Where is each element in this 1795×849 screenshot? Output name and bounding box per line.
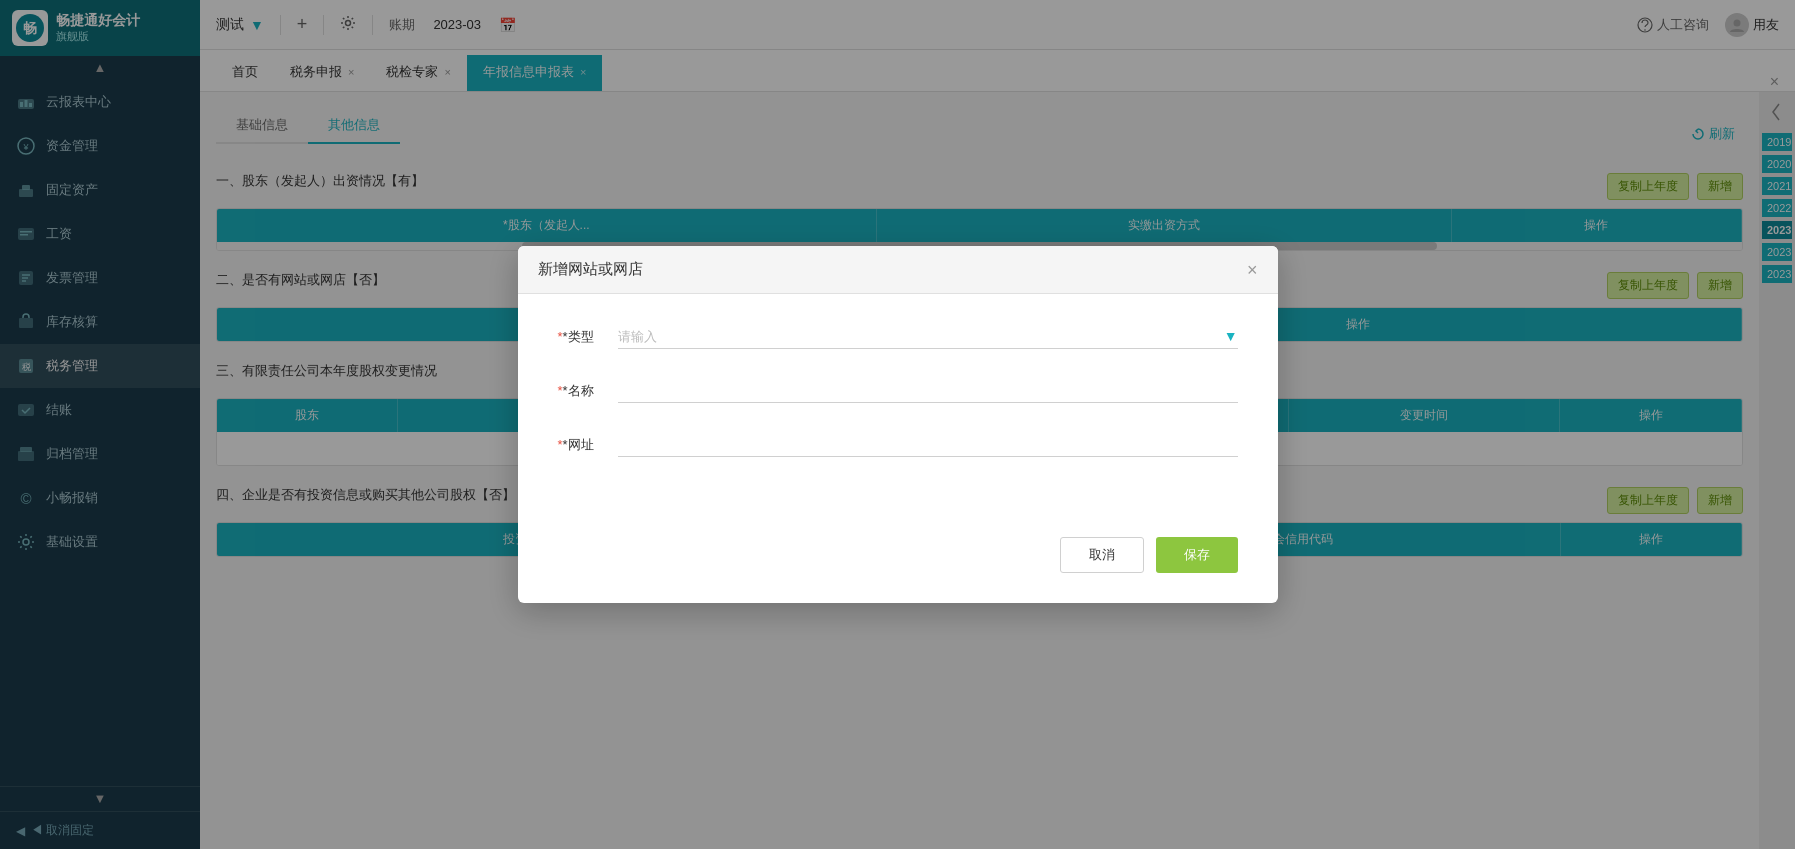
save-button[interactable]: 保存 [1156, 537, 1238, 573]
form-field-name: **名称 [558, 379, 1238, 403]
form-input-wrap-name [618, 379, 1238, 403]
form-label-name: **名称 [558, 382, 618, 400]
form-field-type: **类型 ▼ [558, 324, 1238, 349]
dialog-title: 新增网站或网店 [538, 260, 643, 279]
type-dropdown-arrow[interactable]: ▼ [1224, 328, 1238, 344]
name-input[interactable] [618, 383, 1238, 398]
form-label-url: **网址 [558, 436, 618, 454]
dialog-footer: 取消 保存 [518, 517, 1278, 603]
form-input-wrap-type: ▼ [618, 324, 1238, 349]
add-website-dialog: 新增网站或网店 × **类型 ▼ **名称 [518, 246, 1278, 603]
type-input[interactable] [618, 329, 1224, 344]
dialog-header: 新增网站或网店 × [518, 246, 1278, 294]
dialog-close-btn[interactable]: × [1247, 261, 1258, 279]
dialog-overlay[interactable]: 新增网站或网店 × **类型 ▼ **名称 [0, 0, 1795, 849]
form-label-type: **类型 [558, 328, 618, 346]
dialog-body: **类型 ▼ **名称 **网址 [518, 294, 1278, 517]
form-field-url: **网址 [558, 433, 1238, 457]
cancel-button[interactable]: 取消 [1060, 537, 1144, 573]
url-input[interactable] [618, 437, 1238, 452]
form-input-wrap-url [618, 433, 1238, 457]
